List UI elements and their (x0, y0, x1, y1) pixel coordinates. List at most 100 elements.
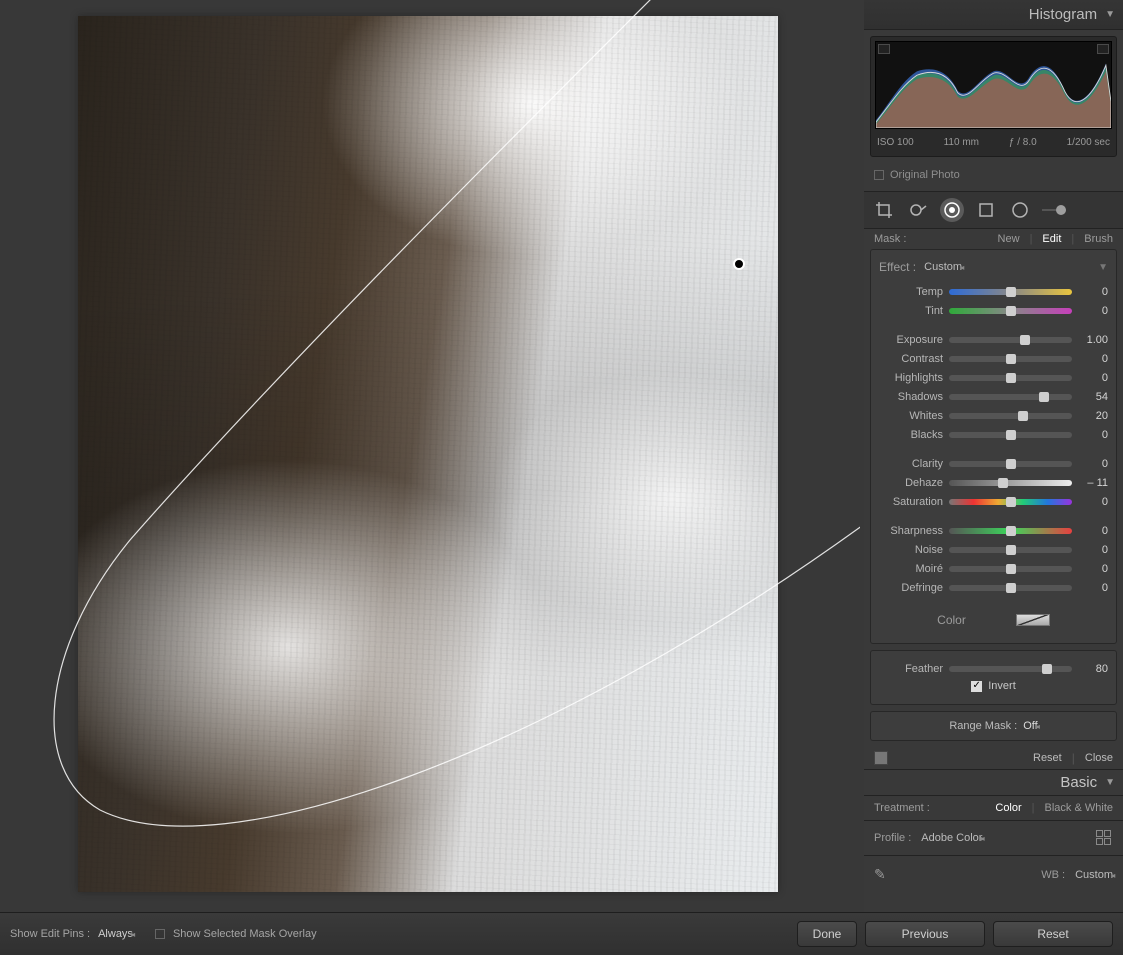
histogram-svg (876, 42, 1111, 128)
show-edit-pins-dropdown[interactable]: Always (98, 928, 133, 940)
highlight-clipping-indicator[interactable] (1097, 44, 1109, 54)
adjustment-brush-icon[interactable] (1042, 198, 1066, 222)
local-adjustment-tools (864, 191, 1123, 229)
slider-label-saturation: Saturation (879, 496, 943, 508)
feather-slider[interactable] (949, 666, 1072, 672)
slider-saturation[interactable] (949, 499, 1072, 505)
slider-label-dehaze: Dehaze (879, 477, 943, 489)
mask-new[interactable]: New (998, 233, 1020, 245)
slider-value-saturation: 0 (1078, 496, 1108, 508)
histogram-title: Histogram (1029, 6, 1097, 23)
graduated-filter-icon[interactable] (974, 198, 998, 222)
slider-value-defringe: 0 (1078, 582, 1108, 594)
spot-removal-icon[interactable] (906, 198, 930, 222)
slider-value-dehaze: – 11 (1078, 477, 1108, 489)
right-panel: Histogram ▼ ISO 100 110 mm ƒ / 8.0 1/200… (864, 0, 1123, 912)
show-mask-overlay-label: Show Selected Mask Overlay (173, 928, 317, 940)
slider-label-moiré: Moiré (879, 563, 943, 575)
profile-dropdown[interactable]: Adobe Color (921, 832, 982, 844)
mask-brush[interactable]: Brush (1084, 233, 1113, 245)
slider-value-exposure: 1.00 (1078, 334, 1108, 346)
range-mask-label: Range Mask : (949, 720, 1017, 732)
wb-dropdown[interactable]: Custom (1075, 869, 1113, 881)
effect-label: Effect : (879, 260, 916, 274)
shadow-clipping-indicator[interactable] (878, 44, 890, 54)
slider-label-sharpness: Sharpness (879, 525, 943, 537)
bottom-toolbar: Show Edit Pins : Always Show Selected Ma… (0, 912, 1123, 955)
slider-shadows[interactable] (949, 394, 1072, 400)
slider-value-sharpness: 0 (1078, 525, 1108, 537)
invert-checkbox[interactable]: ✓ (971, 681, 982, 692)
panel-reset[interactable]: Reset (1033, 752, 1062, 764)
treatment-color[interactable]: Color (995, 802, 1021, 814)
red-eye-tool-icon[interactable] (940, 198, 964, 222)
slider-label-defringe: Defringe (879, 582, 943, 594)
photo-preview[interactable] (78, 16, 778, 892)
effect-disclosure-icon[interactable]: ▼ (1098, 262, 1108, 273)
slider-temp[interactable] (949, 289, 1072, 295)
slider-value-clarity: 0 (1078, 458, 1108, 470)
range-mask-panel: Range Mask : Off (870, 711, 1117, 741)
crop-tool-icon[interactable] (872, 198, 896, 222)
histogram-panel: ISO 100 110 mm ƒ / 8.0 1/200 sec (870, 36, 1117, 157)
canvas-area[interactable] (0, 0, 864, 912)
slider-label-exposure: Exposure (879, 334, 943, 346)
slider-blacks[interactable] (949, 432, 1072, 438)
slider-label-noise: Noise (879, 544, 943, 556)
slider-tint[interactable] (949, 308, 1072, 314)
profile-label: Profile : (874, 832, 911, 844)
profile-browser-icon[interactable] (1095, 829, 1113, 847)
slider-value-tint: 0 (1078, 305, 1108, 317)
slider-highlights[interactable] (949, 375, 1072, 381)
previous-button[interactable]: Previous (865, 921, 985, 947)
slider-sharpness[interactable] (949, 528, 1072, 534)
mask-edit[interactable]: Edit (1042, 233, 1061, 245)
slider-contrast[interactable] (949, 356, 1072, 362)
show-mask-overlay-checkbox[interactable] (155, 929, 165, 939)
chevron-down-icon: ▼ (1105, 777, 1115, 788)
slider-dehaze[interactable] (949, 480, 1072, 486)
panel-close[interactable]: Close (1085, 752, 1113, 764)
color-swatch[interactable] (1016, 614, 1050, 626)
feather-label: Feather (879, 663, 943, 675)
basic-title: Basic (1060, 774, 1097, 791)
wb-label: WB : (1041, 869, 1065, 881)
slider-moiré[interactable] (949, 566, 1072, 572)
slider-value-blacks: 0 (1078, 429, 1108, 441)
slider-label-whites: Whites (879, 410, 943, 422)
slider-label-contrast: Contrast (879, 353, 943, 365)
reset-button[interactable]: Reset (993, 921, 1113, 947)
histogram-graph[interactable] (875, 41, 1112, 129)
slider-clarity[interactable] (949, 461, 1072, 467)
pin-toggle[interactable] (874, 751, 888, 765)
radial-filter-pin[interactable] (733, 258, 745, 270)
feather-value: 80 (1078, 663, 1108, 675)
treatment-label: Treatment : (874, 802, 985, 814)
slider-defringe[interactable] (949, 585, 1072, 591)
original-photo-checkbox[interactable] (874, 170, 884, 180)
meta-iso: ISO 100 (877, 137, 914, 148)
done-button[interactable]: Done (797, 921, 857, 947)
slider-value-contrast: 0 (1078, 353, 1108, 365)
slider-label-highlights: Highlights (879, 372, 943, 384)
wb-eyedropper-icon[interactable]: ✎ (874, 866, 886, 883)
range-mask-dropdown[interactable]: Off (1023, 720, 1037, 732)
treatment-bw[interactable]: Black & White (1045, 802, 1113, 814)
basic-header[interactable]: Basic ▼ (864, 769, 1123, 795)
effect-preset-dropdown[interactable]: Custom (924, 261, 962, 273)
show-edit-pins-label: Show Edit Pins : (10, 928, 90, 940)
original-photo-label: Original Photo (890, 169, 960, 181)
slider-value-whites: 20 (1078, 410, 1108, 422)
effect-panel: Effect : Custom ▼ Temp0Tint0 Exposure1.0… (870, 249, 1117, 644)
meta-focal: 110 mm (944, 137, 979, 148)
slider-value-temp: 0 (1078, 286, 1108, 298)
slider-exposure[interactable] (949, 337, 1072, 343)
slider-whites[interactable] (949, 413, 1072, 419)
slider-value-shadows: 54 (1078, 391, 1108, 403)
slider-label-shadows: Shadows (879, 391, 943, 403)
slider-noise[interactable] (949, 547, 1072, 553)
slider-value-noise: 0 (1078, 544, 1108, 556)
radial-filter-icon[interactable] (1008, 198, 1032, 222)
histogram-header[interactable]: Histogram ▼ (864, 0, 1123, 30)
slider-value-highlights: 0 (1078, 372, 1108, 384)
